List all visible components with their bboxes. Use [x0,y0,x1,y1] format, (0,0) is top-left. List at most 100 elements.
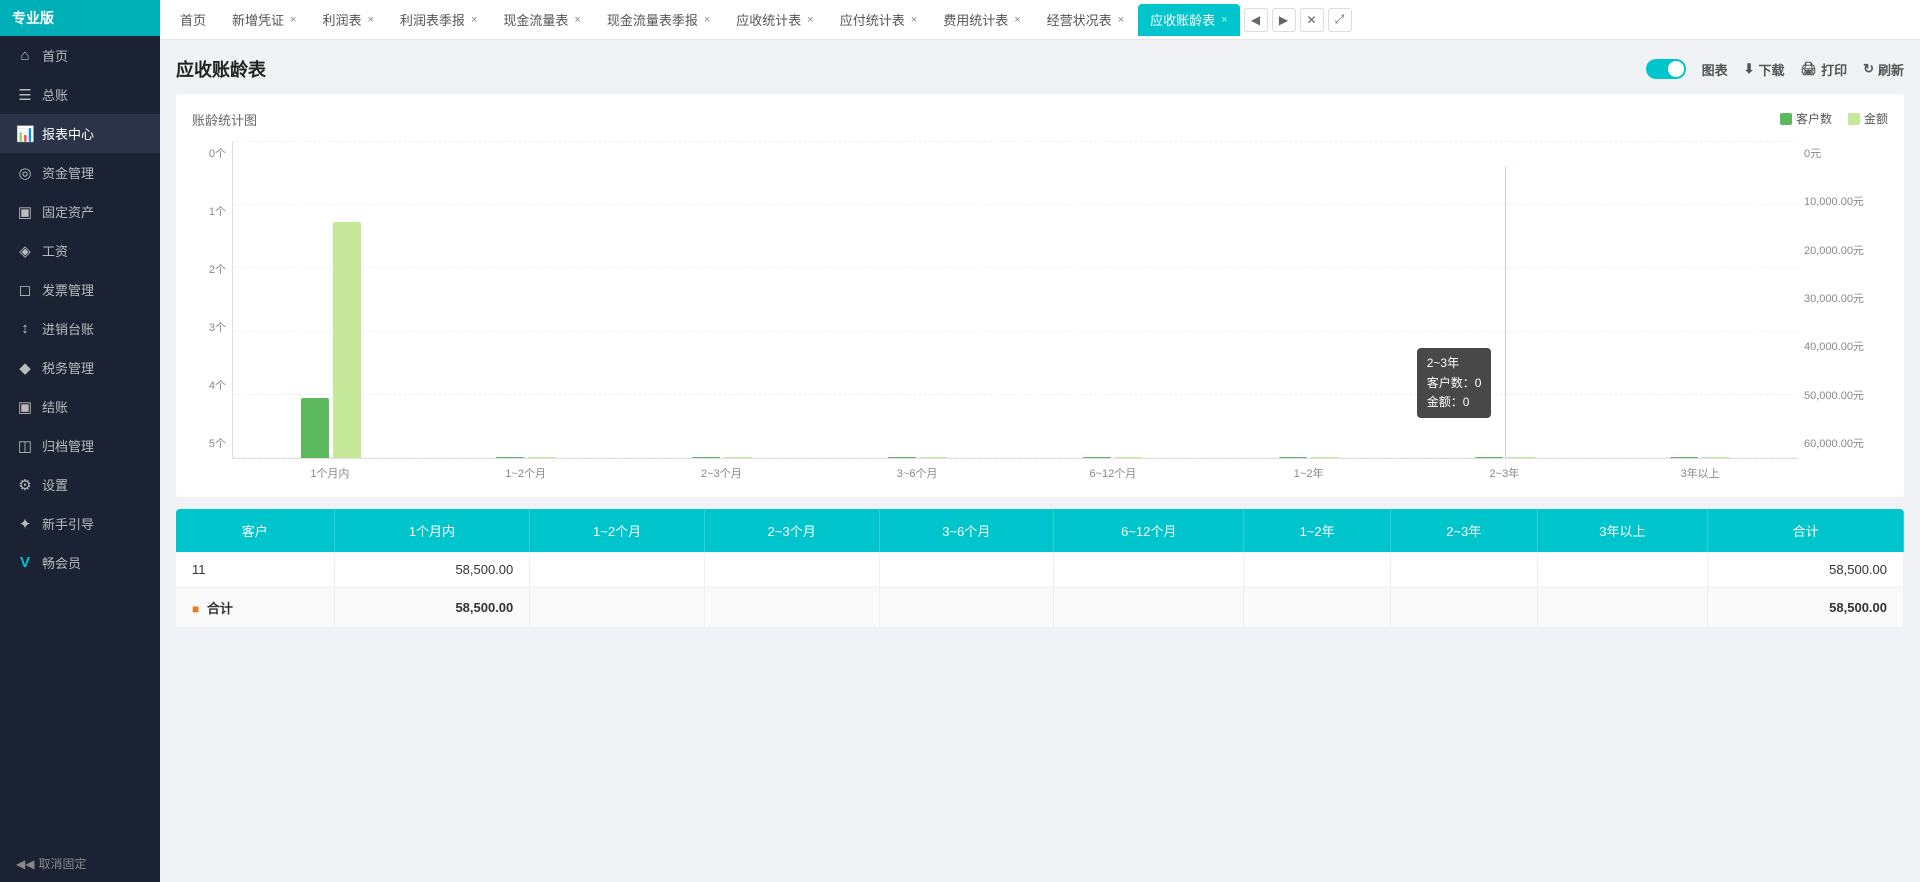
close-icon[interactable]: × [367,14,373,26]
guide-icon: ✦ [16,515,34,533]
sidebar-item-home[interactable]: ⌂ 首页 [0,36,160,75]
tab-label: 现金流量表 [503,10,568,29]
sidebar-item-salary[interactable]: ◈ 工资 [0,231,160,270]
y-label: 3个 [209,319,226,335]
tab-label: 费用统计表 [943,10,1008,29]
tab-profit[interactable]: 利润表 × [310,4,385,36]
page-content: 应收账龄表 图表 ⬇ 下载 🖨 打印 ↻ 刷新 账龄统计图 [160,40,1920,882]
bar-customer [301,398,329,458]
bar-group-m23 [624,457,820,458]
cell-y3plus [1537,552,1708,588]
reports-icon: 📊 [16,125,34,143]
close-icon[interactable]: × [574,14,580,26]
sidebar-item-label: 报表中心 [42,124,94,143]
tab-cashflow[interactable]: 现金流量表 × [491,4,592,36]
cell-m36 [879,552,1054,588]
download-button[interactable]: ⬇ 下载 [1744,60,1785,79]
col-m23: 2~3个月 [704,509,879,552]
page-header: 应收账龄表 图表 ⬇ 下载 🖨 打印 ↻ 刷新 [176,56,1904,82]
tab-ar-stat[interactable]: 应收统计表 × [724,4,825,36]
bar-amount [724,457,752,458]
cell-y12 [1244,552,1391,588]
refresh-label: 刷新 [1878,60,1904,79]
close-icon[interactable]: × [807,14,813,26]
x-label-y23: 2~3年 [1407,465,1603,481]
tab-profit-q[interactable]: 利润表季报 × [388,4,489,36]
tab-next-btn[interactable]: ▶ [1272,8,1296,32]
page-actions: 图表 ⬇ 下载 🖨 打印 ↻ 刷新 [1646,59,1904,79]
x-label-m36: 3~6个月 [819,465,1015,481]
bar-amount [1507,457,1535,458]
sidebar-item-settle[interactable]: ▣ 结账 [0,387,160,426]
bar-group-m612 [1016,457,1212,458]
print-button[interactable]: 🖨 打印 [1801,60,1848,79]
bar-group-y23: 2~3年 客户数：0 金额：0 [1407,457,1603,458]
tab-voucher[interactable]: 新增凭证 × [220,4,308,36]
assets-icon: ▣ [16,203,34,221]
col-y12: 1~2年 [1244,509,1391,552]
download-icon: ⬇ [1744,61,1755,77]
tab-prev-btn[interactable]: ◀ [1244,8,1268,32]
sidebar-item-ledger[interactable]: ☰ 总账 [0,75,160,114]
table-header-row: 客户 1个月内 1~2个月 2~3个月 3~6个月 6~12个月 1~2年 2~… [176,509,1904,552]
sidebar-item-reports[interactable]: 📊 报表中心 [0,114,160,153]
tab-fullscreen-btn[interactable]: ⤢ [1328,8,1352,32]
cell-customer: 11 [176,552,334,588]
total-m23 [704,588,879,628]
refresh-button[interactable]: ↻ 刷新 [1863,60,1904,79]
sidebar-item-assets[interactable]: ▣ 固定资产 [0,192,160,231]
close-icon[interactable]: × [1014,14,1020,26]
tab-biz[interactable]: 经营状况表 × [1035,4,1136,36]
tooltip-customer: 客户数：0 [1427,374,1482,393]
x-label-m23: 2~3个月 [624,465,820,481]
tab-ap-stat[interactable]: 应付统计表 × [828,4,929,36]
sidebar-item-guide[interactable]: ✦ 新手引导 [0,504,160,543]
sidebar-item-label: 进销台账 [42,319,94,338]
page-title-text: 应收账龄表 [176,56,266,82]
sidebar-item-settings[interactable]: ⚙ 设置 [0,465,160,504]
y-right-label: 20,000.00元 [1804,242,1864,258]
bar-amount [920,457,948,458]
chart-card: 账龄统计图 客户数 金额 5个 4个 3个 2个 1个 [176,94,1904,497]
sidebar: 专业版 ⌂ 首页 ☰ 总账 📊 报表中心 ◎ 资金管理 ▣ 固定资产 ◈ 工资 … [0,0,160,882]
y-label: 0个 [209,145,226,161]
gear-icon: ⚙ [16,476,34,494]
grid-line [233,267,1798,268]
tab-ar-aging[interactable]: 应收账龄表 × [1138,4,1239,36]
sidebar-item-vip[interactable]: V 畅会员 [0,543,160,582]
chart-legend: 客户数 金额 [1780,110,1888,127]
pin-icon: ◀◀ [16,857,34,871]
tab-label: 首页 [180,10,206,29]
sidebar-item-label: 工资 [42,241,68,260]
chart-tooltip: 2~3年 客户数：0 金额：0 [1417,348,1492,418]
chart-toggle[interactable] [1646,59,1686,79]
table-row: 11 58,500.00 58,500.00 [176,552,1904,588]
tab-close-btn[interactable]: ✕ [1300,8,1324,32]
close-icon[interactable]: × [1221,14,1227,26]
close-icon[interactable]: × [1118,14,1124,26]
total-label: ■ 合计 [176,588,334,628]
pin-toggle[interactable]: ◀◀ 取消固定 [0,845,160,882]
sidebar-item-capital[interactable]: ◎ 资金管理 [0,153,160,192]
sidebar-item-archive[interactable]: ◫ 归档管理 [0,426,160,465]
table-total-row: ■ 合计 58,500.00 58,500.00 [176,588,1904,628]
close-icon[interactable]: × [290,14,296,26]
cell-m12 [530,552,705,588]
col-y23: 2~3年 [1390,509,1537,552]
y-right-label: 10,000.00元 [1804,193,1864,209]
sidebar-item-trade[interactable]: ↕ 进销台账 [0,309,160,348]
sidebar-item-tax[interactable]: ◆ 税务管理 [0,348,160,387]
tab-expense[interactable]: 费用统计表 × [931,4,1032,36]
archive-icon: ◫ [16,437,34,455]
close-icon[interactable]: × [704,14,710,26]
tab-cashflow-q[interactable]: 现金流量表季报 × [595,4,722,36]
y-label: 2个 [209,261,226,277]
close-icon[interactable]: × [471,14,477,26]
close-icon[interactable]: × [911,14,917,26]
tab-home[interactable]: 首页 [168,4,218,36]
grid-lines [233,141,1798,458]
tab-label: 利润表季报 [400,10,465,29]
tab-label: 新增凭证 [232,10,284,29]
sidebar-item-invoice[interactable]: ◻ 发票管理 [0,270,160,309]
x-label-m612: 6~12个月 [1015,465,1211,481]
